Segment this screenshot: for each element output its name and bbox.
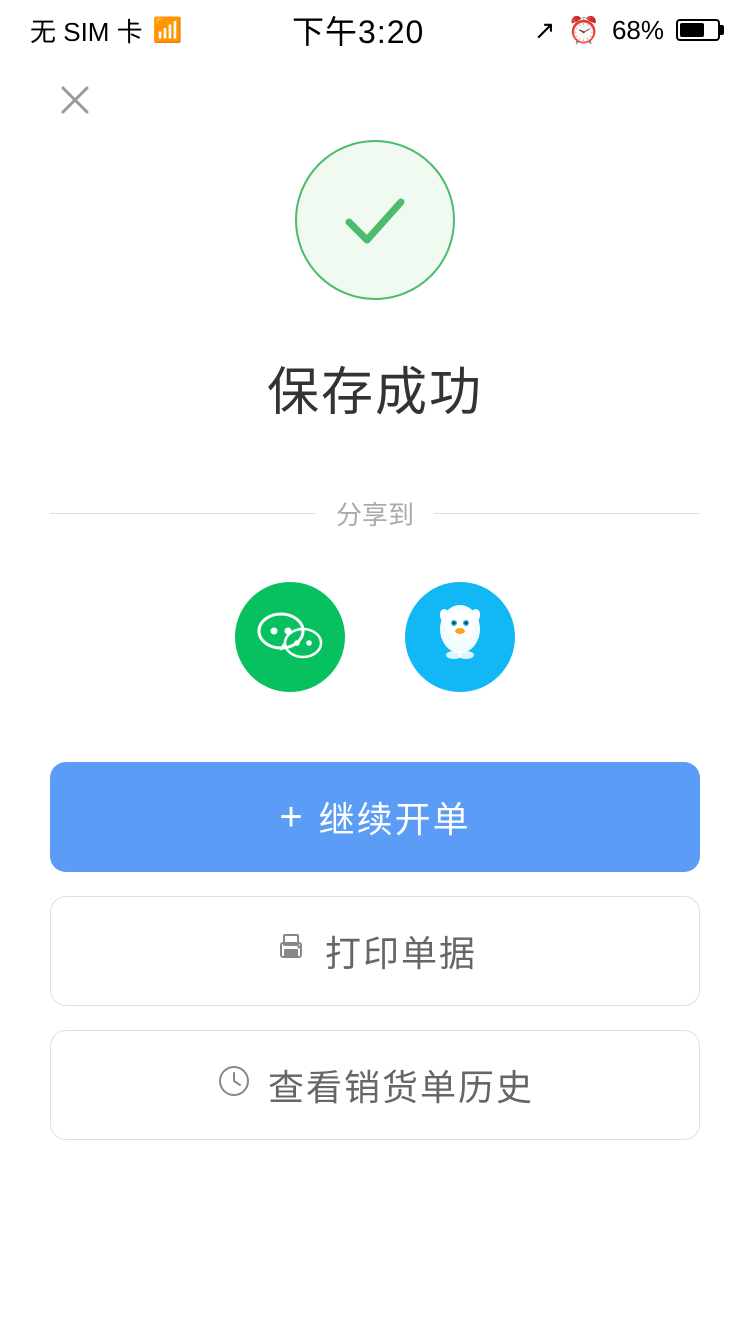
wechat-share-button[interactable]	[235, 582, 345, 692]
continue-button[interactable]: + 继续开单	[50, 762, 700, 872]
share-label: 分享到	[316, 495, 434, 532]
wechat-icon	[257, 609, 323, 665]
continue-label: 继续开单	[319, 791, 471, 843]
action-buttons: + 继续开单 打印单据	[0, 762, 750, 1140]
success-circle	[295, 140, 455, 300]
status-left: 无 SIM 卡 📶	[30, 12, 183, 49]
check-icon	[335, 180, 415, 260]
battery-fill	[680, 23, 704, 37]
qq-share-button[interactable]	[405, 582, 515, 692]
alarm-icon: ⏰	[568, 15, 600, 46]
print-label: 打印单据	[325, 925, 477, 977]
divider-line-left	[50, 513, 316, 514]
print-icon	[273, 929, 309, 974]
status-right: ↗ ⏰ 68%	[534, 15, 720, 46]
battery-icon	[676, 19, 720, 41]
battery-percent: 68%	[612, 15, 664, 46]
print-button[interactable]: 打印单据	[50, 896, 700, 1006]
wifi-icon: 📶	[153, 16, 183, 45]
divider-line-right	[434, 513, 700, 514]
location-icon: ↗	[534, 15, 556, 46]
plus-icon: +	[279, 797, 302, 837]
close-icon	[59, 84, 91, 116]
success-title: 保存成功	[267, 350, 483, 425]
status-bar: 无 SIM 卡 📶 下午3:20 ↗ ⏰ 68%	[0, 0, 750, 60]
history-icon	[216, 1063, 252, 1108]
share-icons	[235, 582, 515, 692]
main-content: 保存成功 分享到	[0, 60, 750, 1140]
history-button[interactable]: 查看销货单历史	[50, 1030, 700, 1140]
sim-label: 无 SIM 卡	[30, 12, 143, 49]
history-label: 查看销货单历史	[268, 1059, 534, 1111]
close-button[interactable]	[50, 75, 100, 125]
status-time: 下午3:20	[292, 7, 424, 53]
share-divider: 分享到	[0, 495, 750, 532]
qq-icon	[427, 601, 493, 673]
